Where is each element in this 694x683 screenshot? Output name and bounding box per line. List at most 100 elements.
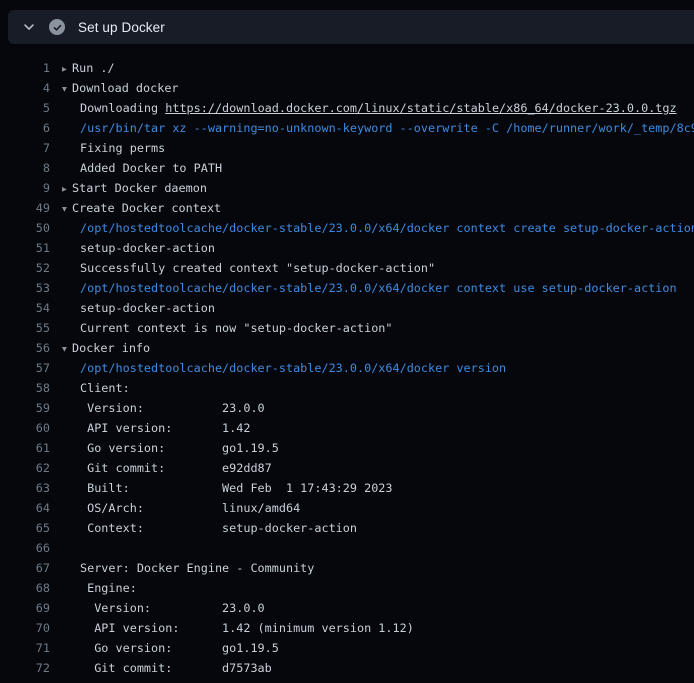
line-number[interactable]: 53 xyxy=(0,281,50,295)
line-number[interactable]: 56 xyxy=(0,341,50,355)
log-line: 51 setup-docker-action xyxy=(0,238,694,258)
log-text: API version: 1.42 xyxy=(80,421,250,435)
log-line: 57/opt/hostedtoolcache/docker-stable/23.… xyxy=(0,358,694,378)
line-number[interactable]: 68 xyxy=(0,581,50,595)
group-title[interactable]: Start Docker daemon xyxy=(72,181,207,195)
log-text: setup-docker-action xyxy=(80,241,215,255)
log-group[interactable]: ▶Start Docker daemon xyxy=(62,181,207,195)
log-line: 67 Server: Docker Engine - Community xyxy=(0,558,694,578)
line-number[interactable]: 66 xyxy=(0,541,50,555)
log-text: OS/Arch: linux/amd64 xyxy=(80,501,300,515)
log-text: Server: Docker Engine - Community xyxy=(80,561,314,575)
log-group-line: 9 ▶Start Docker daemon xyxy=(0,178,694,198)
log-group-line: 49 ▼Create Docker context xyxy=(0,198,694,218)
line-number[interactable]: 59 xyxy=(0,401,50,415)
log-link[interactable]: https://download.docker.com/linux/static… xyxy=(165,101,676,115)
log-group-line: 4 ▼Download docker xyxy=(0,78,694,98)
line-number[interactable]: 63 xyxy=(0,481,50,495)
line-number[interactable]: 55 xyxy=(0,321,50,335)
line-number[interactable]: 70 xyxy=(0,621,50,635)
log-line: 70 API version: 1.42 (minimum version 1.… xyxy=(0,618,694,638)
line-number[interactable]: 54 xyxy=(0,301,50,315)
group-title[interactable]: Create Docker context xyxy=(72,201,221,215)
log-group-line: 56 ▼Docker info xyxy=(0,338,694,358)
log-text: Fixing perms xyxy=(80,141,165,155)
log-text: Git commit: d7573ab xyxy=(80,661,272,675)
group-title[interactable]: Docker info xyxy=(72,341,150,355)
line-number[interactable]: 62 xyxy=(0,461,50,475)
log-lines: 1▶Run ./4▼Download docker5Downloading ht… xyxy=(0,58,694,678)
line-number[interactable]: 9 xyxy=(0,181,50,195)
log-text: Go version: go1.19.5 xyxy=(80,641,279,655)
log-text: Go version: go1.19.5 xyxy=(80,441,279,455)
log-line: 8 Added Docker to PATH xyxy=(0,158,694,178)
group-title[interactable]: Run ./ xyxy=(72,61,115,75)
log-line: 61 Go version: go1.19.5 xyxy=(0,438,694,458)
step-header[interactable]: Set up Docker xyxy=(8,10,694,44)
line-number[interactable]: 49 xyxy=(0,201,50,215)
log-group[interactable]: ▶Run ./ xyxy=(62,61,115,75)
line-number[interactable]: 67 xyxy=(0,561,50,575)
log-line: 71 Go version: go1.19.5 xyxy=(0,638,694,658)
line-number[interactable]: 64 xyxy=(0,501,50,515)
log-line: 58 Client: xyxy=(0,378,694,398)
log-line: 62 Git commit: e92dd87 xyxy=(0,458,694,478)
log-text: API version: 1.42 (minimum version 1.12) xyxy=(80,621,414,635)
line-number[interactable]: 50 xyxy=(0,221,50,235)
log-line: 59 Version: 23.0.0 xyxy=(0,398,694,418)
line-number[interactable]: 72 xyxy=(0,661,50,675)
triangle-down-icon: ▼ xyxy=(62,205,70,214)
line-number[interactable]: 58 xyxy=(0,381,50,395)
log-group[interactable]: ▼Create Docker context xyxy=(62,201,221,215)
line-number[interactable]: 5 xyxy=(0,101,50,115)
log-text: Added Docker to PATH xyxy=(80,161,222,175)
line-number[interactable]: 69 xyxy=(0,601,50,615)
log-text: Current context is now "setup-docker-act… xyxy=(80,321,393,335)
log-group[interactable]: ▼Docker info xyxy=(62,341,150,355)
log-line: 6/usr/bin/tar xz --warning=no-unknown-ke… xyxy=(0,118,694,138)
line-number[interactable]: 60 xyxy=(0,421,50,435)
log-line: 5 Downloading https://download.docker.com… xyxy=(0,98,694,118)
log-line: 65 Context: setup-docker-action xyxy=(0,518,694,538)
line-number[interactable]: 71 xyxy=(0,641,50,655)
line-number[interactable]: 51 xyxy=(0,241,50,255)
log-command: /usr/bin/tar xz --warning=no-unknown-key… xyxy=(80,121,694,135)
line-number[interactable]: 57 xyxy=(0,361,50,375)
triangle-right-icon: ▶ xyxy=(62,185,70,194)
log-command: /opt/hostedtoolcache/docker-stable/23.0.… xyxy=(80,281,677,295)
log-group[interactable]: ▼Download docker xyxy=(62,81,179,95)
group-title[interactable]: Download docker xyxy=(72,81,179,95)
log-text: Version: 23.0.0 xyxy=(80,401,265,415)
line-number[interactable]: 52 xyxy=(0,261,50,275)
log-text: setup-docker-action xyxy=(80,301,215,315)
log-line: 52Successfully created context "setup-do… xyxy=(0,258,694,278)
line-number[interactable]: 6 xyxy=(0,121,50,135)
log-group-line: 1 ▶Run ./ xyxy=(0,58,694,78)
log-line: 55 Current context is now "setup-docker-a… xyxy=(0,318,694,338)
log-command: /opt/hostedtoolcache/docker-stable/23.0.… xyxy=(80,221,694,235)
log-line: 50/opt/hostedtoolcache/docker-stable/23.… xyxy=(0,218,694,238)
line-number[interactable]: 65 xyxy=(0,521,50,535)
chevron-down-icon[interactable] xyxy=(22,20,36,34)
log-text: Version: 23.0.0 xyxy=(80,601,265,615)
line-number[interactable]: 1 xyxy=(0,61,50,75)
line-number[interactable]: 7 xyxy=(0,141,50,155)
check-circle-icon xyxy=(49,19,65,35)
log-text: Downloading https://download.docker.com/… xyxy=(80,101,677,115)
triangle-down-icon: ▼ xyxy=(62,345,70,354)
log-text: Context: setup-docker-action xyxy=(80,521,357,535)
log-text: Client: xyxy=(80,381,130,395)
step-title: Set up Docker xyxy=(78,20,165,35)
log-command: /opt/hostedtoolcache/docker-stable/23.0.… xyxy=(80,361,506,375)
line-number[interactable]: 8 xyxy=(0,161,50,175)
log-line: 64 OS/Arch: linux/amd64 xyxy=(0,498,694,518)
log-line: 66 xyxy=(0,538,694,558)
line-number[interactable]: 61 xyxy=(0,441,50,455)
log-text: Engine: xyxy=(80,581,137,595)
log-line: 63 Built: Wed Feb 1 17:43:29 2023 xyxy=(0,478,694,498)
log-line: 7 Fixing perms xyxy=(0,138,694,158)
actions-log-panel: { "header": { "title": "Set up Docker", … xyxy=(0,0,694,683)
log-line: 72 Git commit: d7573ab xyxy=(0,658,694,678)
line-number[interactable]: 4 xyxy=(0,81,50,95)
log-text: Built: Wed Feb 1 17:43:29 2023 xyxy=(80,481,393,495)
